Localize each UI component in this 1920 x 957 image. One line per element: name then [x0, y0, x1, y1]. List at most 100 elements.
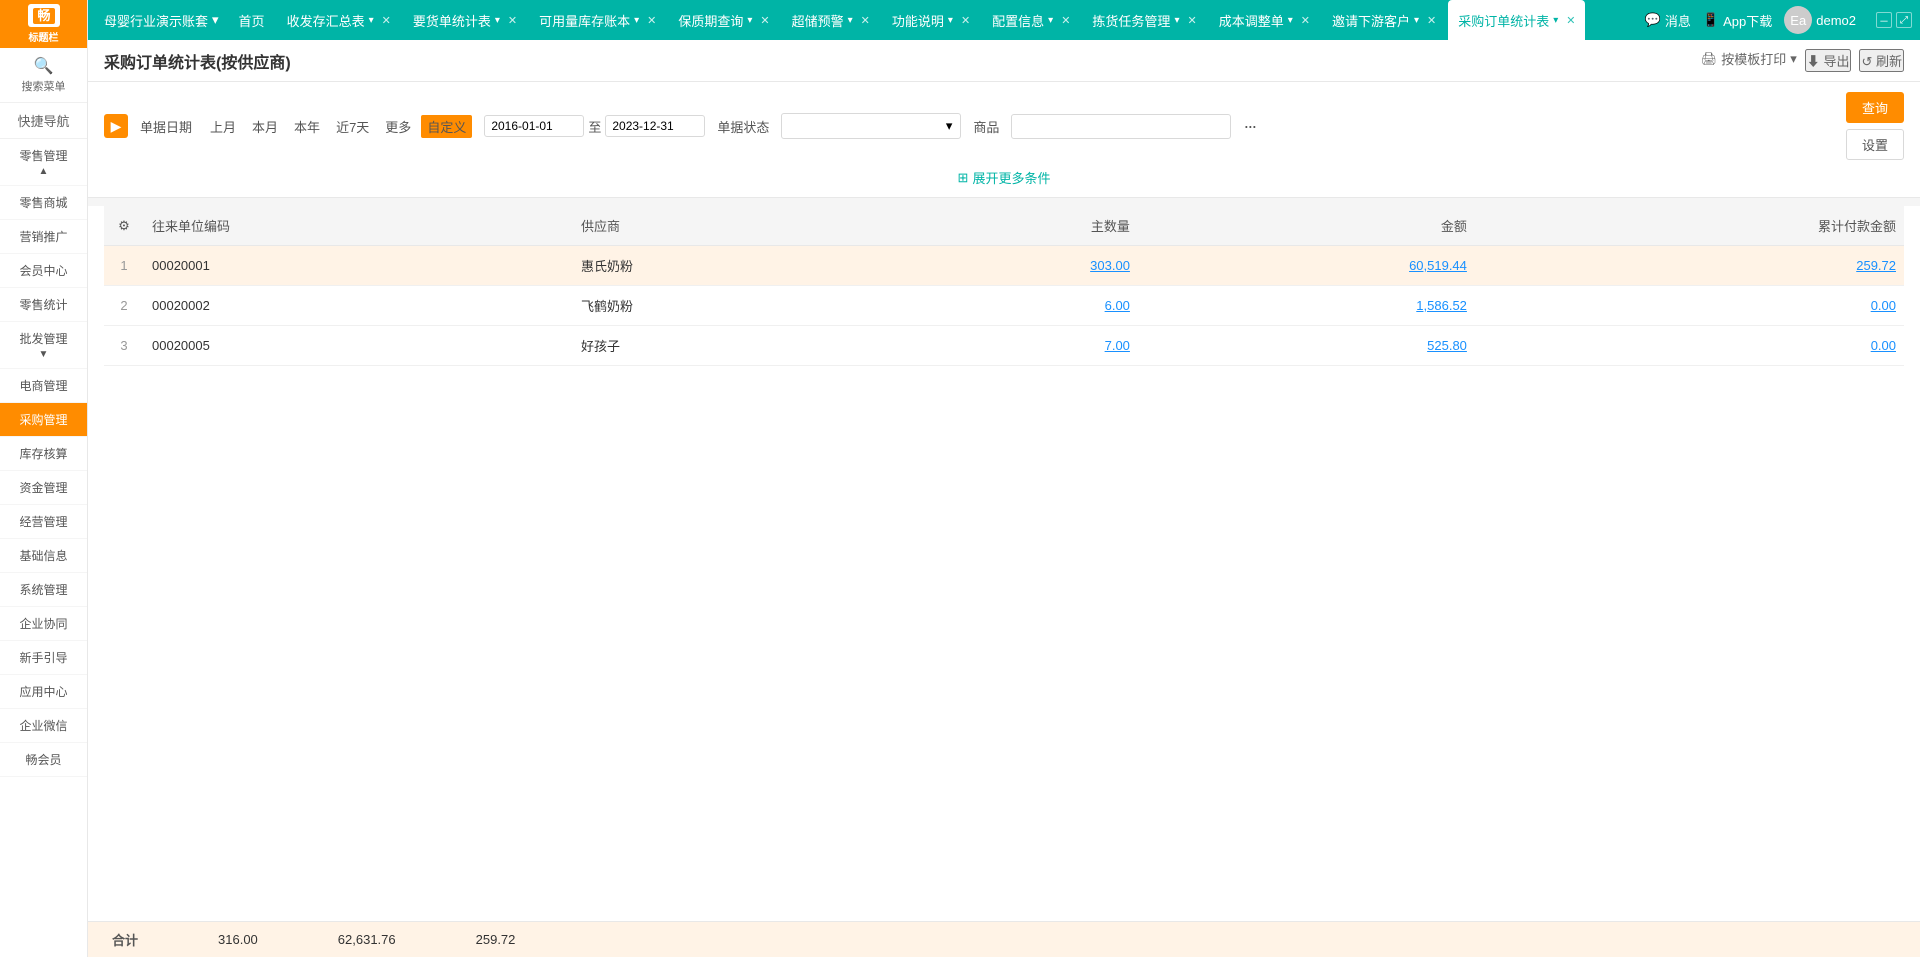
- sidebar-item-label: 批发管理: [19, 330, 67, 347]
- footer-qty: 316.00: [218, 932, 258, 947]
- refresh-icon: ↺: [1861, 54, 1872, 69]
- dropdown-arrow-icon: ▾: [747, 15, 752, 26]
- footer-amount: 62,631.76: [338, 932, 396, 947]
- search-menu-item[interactable]: 🔍 搜索菜单: [0, 48, 87, 103]
- shortcut-7days[interactable]: 近7天: [330, 115, 375, 138]
- status-filter-select[interactable]: ▾: [781, 113, 961, 139]
- sidebar-item-enterprise-wx[interactable]: 企业微信: [0, 709, 87, 743]
- tab-available-stock[interactable]: 可用量库存账本 ▾ ✕: [529, 0, 666, 40]
- search-icon: 🔍: [34, 56, 54, 76]
- sidebar-item-member[interactable]: 畅会员: [0, 743, 87, 777]
- date-shortcuts: 上月 本月 本年 近7天 更多 自定义: [204, 115, 472, 138]
- sidebar-item-fund-mgmt[interactable]: 资金管理: [0, 471, 87, 505]
- export-button[interactable]: ⬇ 导出: [1805, 49, 1852, 72]
- close-icon[interactable]: ✕: [1061, 14, 1070, 27]
- sidebar-item-label: 零售统计: [19, 296, 67, 313]
- tab-home[interactable]: 首页: [229, 0, 275, 40]
- sidebar-item-marketing[interactable]: 营销推广: [0, 220, 87, 254]
- dropdown-arrow-icon: ▾: [1288, 15, 1293, 26]
- query-button[interactable]: 查询: [1846, 92, 1904, 123]
- table-row[interactable]: 1 00020001 惠氏奶粉 303.00 60,519.44 259.72: [104, 246, 1904, 286]
- sidebar-item-retail-mgmt[interactable]: 零售管理 ▲: [0, 139, 87, 186]
- date-from-input[interactable]: [484, 115, 584, 137]
- message-icon: 💬: [1645, 12, 1661, 28]
- export-label: 导出: [1823, 54, 1849, 69]
- sidebar-item-sys-mgmt[interactable]: 系统管理: [0, 573, 87, 607]
- sidebar-item-basic-info[interactable]: 基础信息: [0, 539, 87, 573]
- shortcut-more[interactable]: 更多: [379, 115, 417, 138]
- tab-label: 超储预警: [792, 11, 844, 30]
- filter-row: ▶ 单据日期 上月 本月 本年 近7天 更多 自定义 至 单据状态: [104, 92, 1904, 160]
- logo: 畅 标题栏: [0, 0, 87, 48]
- store-selector[interactable]: 母婴行业演示账套 ▾: [96, 11, 227, 30]
- table-row[interactable]: 3 00020005 好孩子 7.00 525.80 0.00: [104, 326, 1904, 366]
- sidebar-item-purchase-mgmt[interactable]: 采购管理: [0, 403, 87, 437]
- sidebar-item-label: 企业微信: [19, 717, 67, 734]
- tab-purchase-stats[interactable]: 采购订单统计表 ▾ ✕: [1448, 0, 1585, 40]
- shortcut-this-month[interactable]: 本月: [246, 115, 284, 138]
- sidebar-item-stock-check[interactable]: 库存核算: [0, 437, 87, 471]
- close-icon[interactable]: ✕: [1566, 14, 1575, 27]
- table-row[interactable]: 2 00020002 飞鹤奶粉 6.00 1,586.52 0.00: [104, 286, 1904, 326]
- sidebar-item-ecom-mgmt[interactable]: 电商管理: [0, 369, 87, 403]
- sidebar-item-label: 经营管理: [19, 513, 67, 530]
- action-buttons: 查询 设置: [1846, 92, 1904, 160]
- export-icon: ⬇: [1807, 54, 1820, 69]
- tab-label: 邀请下游客户: [1332, 11, 1410, 30]
- dropdown-arrow-icon: ▾: [1553, 15, 1558, 26]
- close-icon[interactable]: ✕: [647, 14, 656, 27]
- close-icon[interactable]: ✕: [760, 14, 769, 27]
- data-table: ⚙ 往来单位编码 供应商 主数量 金额 累计付款金额 1 00020001 惠氏…: [104, 206, 1904, 366]
- message-btn[interactable]: 💬 消息: [1645, 11, 1691, 30]
- close-icon[interactable]: ✕: [961, 14, 970, 27]
- tab-cost-adjust[interactable]: 成本调整单 ▾ ✕: [1209, 0, 1320, 40]
- goods-filter-input[interactable]: [1011, 114, 1231, 139]
- tab-shelf-query[interactable]: 保质期查询 ▾ ✕: [668, 0, 779, 40]
- avatar: Ea: [1784, 6, 1812, 34]
- tab-config-info[interactable]: 配置信息 ▾ ✕: [982, 0, 1080, 40]
- close-icon[interactable]: ✕: [1301, 14, 1310, 27]
- sidebar-item-app-center[interactable]: 应用中心: [0, 675, 87, 709]
- close-icon[interactable]: ✕: [382, 14, 391, 27]
- sidebar-item-enterprise-coop[interactable]: 企业协同: [0, 607, 87, 641]
- maximize-button[interactable]: ⤢: [1896, 12, 1912, 28]
- quick-nav-item[interactable]: 快捷导航: [0, 103, 87, 139]
- setting-button[interactable]: 设置: [1846, 129, 1904, 160]
- tab-pick-task[interactable]: 拣货任务管理 ▾ ✕: [1082, 0, 1206, 40]
- sidebar-item-retail-stats[interactable]: 零售统计: [0, 288, 87, 322]
- cell-paid: 0.00: [1475, 326, 1904, 366]
- refresh-button[interactable]: ↺ 刷新: [1859, 49, 1904, 72]
- shortcut-last-month[interactable]: 上月: [204, 115, 242, 138]
- user-avatar-btn[interactable]: Ea demo2: [1784, 6, 1856, 34]
- tab-collect-pay[interactable]: 收发存汇总表 ▾ ✕: [277, 0, 401, 40]
- avatar-text: Ea: [1790, 13, 1806, 28]
- chevron-down-icon: ▾: [212, 12, 219, 28]
- sidebar-item-member-center[interactable]: 会员中心: [0, 254, 87, 288]
- col-supplier: 供应商: [573, 206, 883, 246]
- filter-expand-button[interactable]: ▶: [104, 114, 128, 138]
- tab-label: 要货单统计表: [413, 11, 491, 30]
- col-qty: 主数量: [883, 206, 1137, 246]
- expand-more-button[interactable]: ⊞ 展开更多条件: [958, 168, 1051, 187]
- close-icon[interactable]: ✕: [1187, 14, 1196, 27]
- shortcut-this-year[interactable]: 本年: [288, 115, 326, 138]
- template-print-button[interactable]: 🖨 按模板打印 ▾: [1701, 49, 1797, 68]
- app-download-btn[interactable]: 📱 App下载: [1703, 11, 1772, 30]
- cell-supplier: 惠氏奶粉: [573, 246, 883, 286]
- app-icon: 📱: [1703, 12, 1719, 28]
- sidebar-item-ops-mgmt[interactable]: 经营管理: [0, 505, 87, 539]
- tab-goods-stats[interactable]: 要货单统计表 ▾ ✕: [403, 0, 527, 40]
- sidebar-item-new-guide[interactable]: 新手引导: [0, 641, 87, 675]
- sidebar-item-retail-shop[interactable]: 零售商城: [0, 186, 87, 220]
- date-to-input[interactable]: [605, 115, 705, 137]
- tab-invite-downstream[interactable]: 邀请下游客户 ▾ ✕: [1322, 0, 1446, 40]
- close-icon[interactable]: ✕: [861, 14, 870, 27]
- more-filter-button[interactable]: ···: [1243, 116, 1255, 137]
- tab-overstock-alert[interactable]: 超储预警 ▾ ✕: [782, 0, 880, 40]
- close-icon[interactable]: ✕: [508, 14, 517, 27]
- store-name: 母婴行业演示账套: [104, 11, 208, 30]
- sidebar-item-wholesale-mgmt[interactable]: 批发管理 ▼: [0, 322, 87, 369]
- tab-func-desc[interactable]: 功能说明 ▾ ✕: [882, 0, 980, 40]
- close-icon[interactable]: ✕: [1427, 14, 1436, 27]
- minimize-button[interactable]: －: [1876, 12, 1892, 28]
